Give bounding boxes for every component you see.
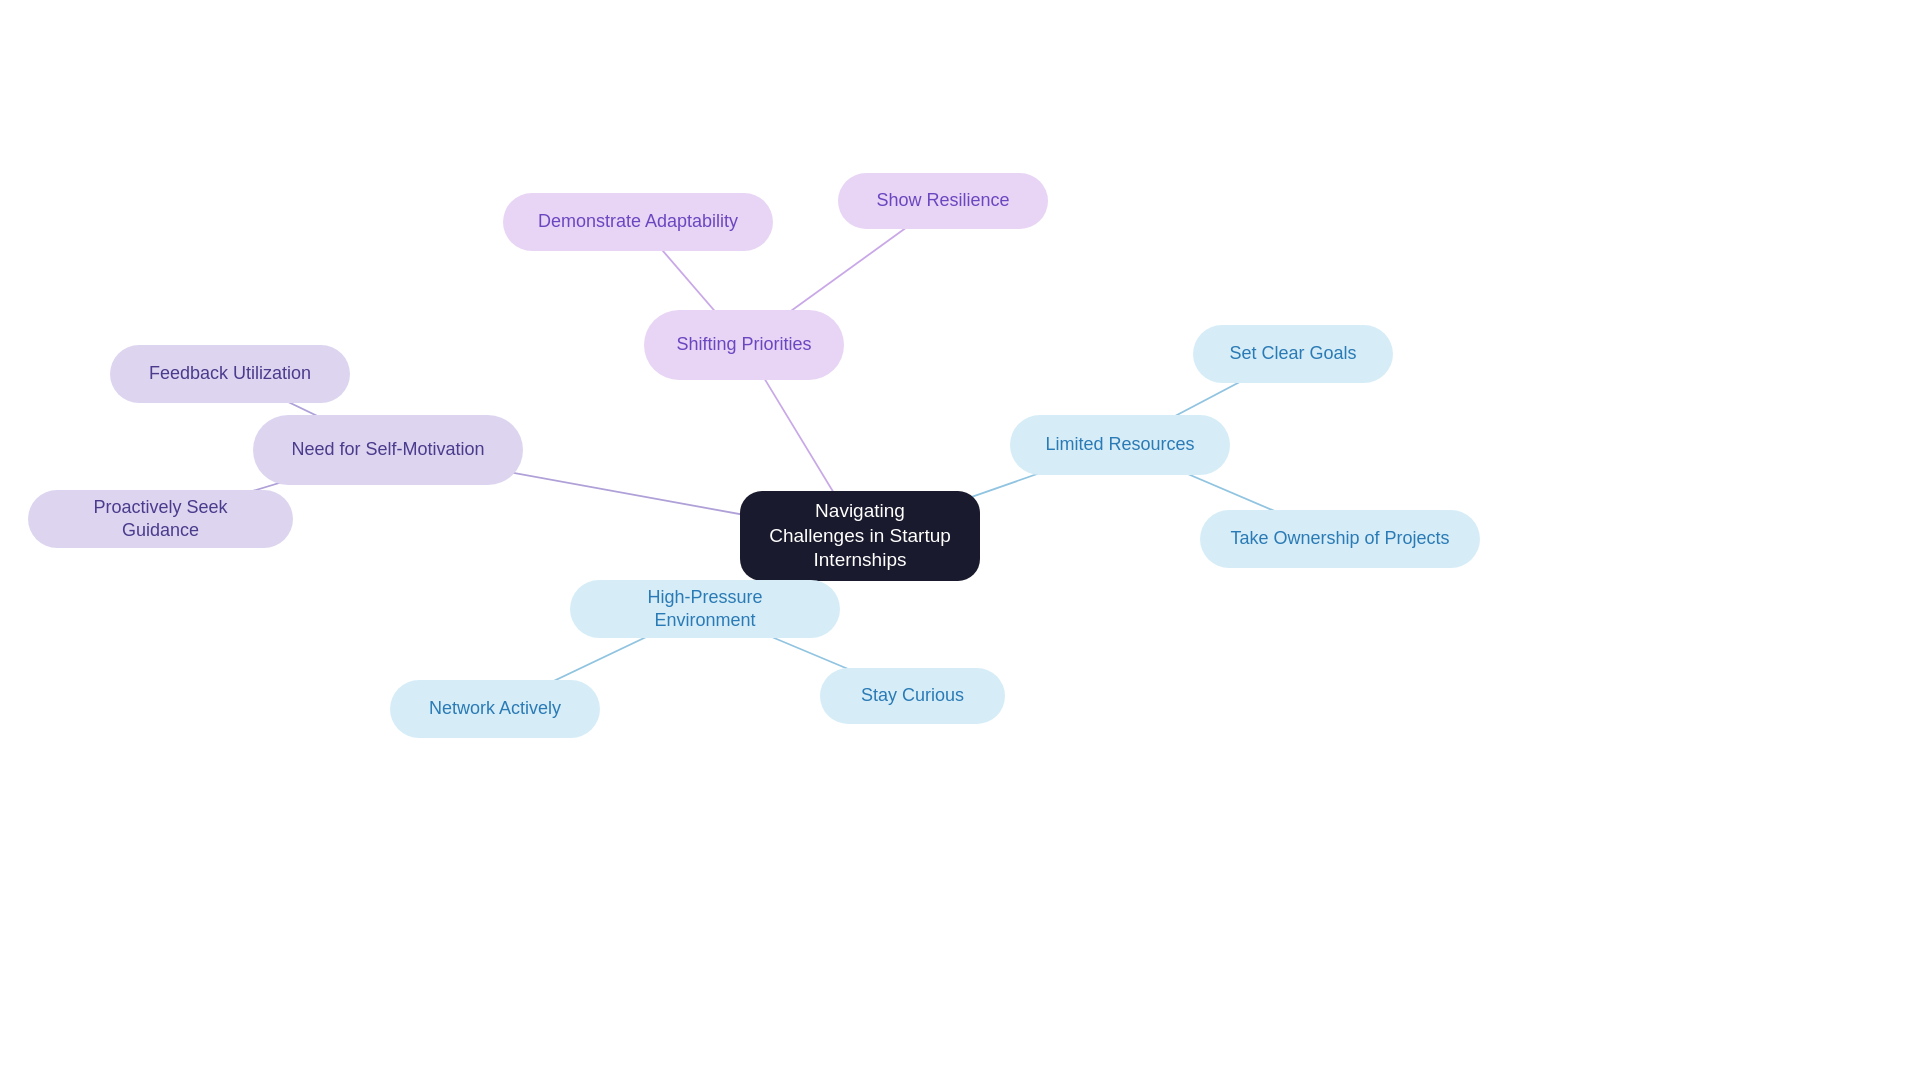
node-need-for-self-motivation[interactable]: Need for Self-Motivation [253,415,523,485]
node-take-ownership-of-projects[interactable]: Take Ownership of Projects [1200,510,1480,568]
node-limited-resources[interactable]: Limited Resources [1010,415,1230,475]
node-high-pressure-environment[interactable]: High-Pressure Environment [570,580,840,638]
node-center[interactable]: Navigating Challenges in Startup Interns… [740,491,980,581]
node-show-resilience[interactable]: Show Resilience [838,173,1048,229]
node-stay-curious[interactable]: Stay Curious [820,668,1005,724]
node-proactively-seek-guidance[interactable]: Proactively Seek Guidance [28,490,293,548]
node-demonstrate-adaptability[interactable]: Demonstrate Adaptability [503,193,773,251]
mind-map: Navigating Challenges in Startup Interns… [0,0,1920,1083]
node-set-clear-goals[interactable]: Set Clear Goals [1193,325,1393,383]
node-shifting-priorities[interactable]: Shifting Priorities [644,310,844,380]
node-network-actively[interactable]: Network Actively [390,680,600,738]
node-feedback-utilization[interactable]: Feedback Utilization [110,345,350,403]
